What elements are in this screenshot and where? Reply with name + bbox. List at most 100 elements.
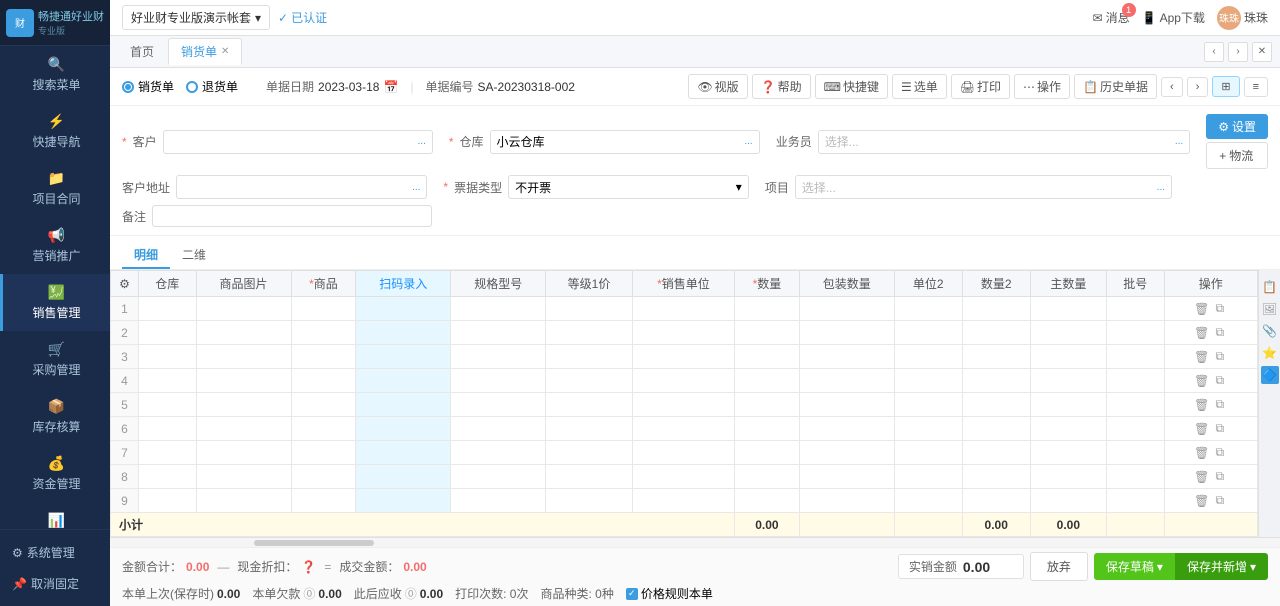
sidebar-item-库存核算[interactable]: 📦库存核算 xyxy=(0,388,110,445)
customer-input[interactable]: ... xyxy=(163,130,433,154)
row-3-pack-qty[interactable] xyxy=(799,345,894,369)
row-5-unit2[interactable] xyxy=(894,393,962,417)
company-selector[interactable]: 好业财专业版演示帐套 ▾ xyxy=(122,5,270,30)
address-input[interactable]: ... xyxy=(176,175,427,199)
calendar-icon[interactable]: 📅 xyxy=(383,80,398,94)
user-profile[interactable]: 珠珠 珠珠 xyxy=(1217,6,1268,30)
row-7-goods[interactable] xyxy=(291,441,356,465)
row-4-unit[interactable] xyxy=(632,369,734,393)
row-7-qty2[interactable] xyxy=(962,441,1030,465)
row-7-qty[interactable] xyxy=(735,441,800,465)
tab-close-all-button[interactable]: ✕ xyxy=(1252,42,1272,62)
row-3-delete-icon[interactable]: 🗑 xyxy=(1194,349,1210,365)
row-5-copy-icon[interactable]: ⧉ xyxy=(1212,397,1228,413)
row-9-warehouse[interactable] xyxy=(139,489,197,513)
row-2-qty2[interactable] xyxy=(962,321,1030,345)
row-8-delete-icon[interactable]: 🗑 xyxy=(1194,469,1210,485)
row-9-main-qty[interactable] xyxy=(1030,489,1106,513)
row-3-qty2[interactable] xyxy=(962,345,1030,369)
scroll-thumb[interactable] xyxy=(254,540,374,546)
right-panel-star-icon[interactable]: ⭐ xyxy=(1261,344,1279,362)
row-3-spec[interactable] xyxy=(451,345,546,369)
sidebar-bottom-system[interactable]: ⚙ 系统管理 xyxy=(8,538,102,567)
row-9-delete-icon[interactable]: 🗑 xyxy=(1194,493,1210,509)
row-2-main-qty[interactable] xyxy=(1030,321,1106,345)
section-tab-detail[interactable]: 明细 xyxy=(122,242,170,269)
row-6-unit[interactable] xyxy=(632,417,734,441)
row-7-scan[interactable] xyxy=(356,441,451,465)
row-8-unit[interactable] xyxy=(632,465,734,489)
row-6-spec[interactable] xyxy=(451,417,546,441)
toolbar-prev-record-btn[interactable]: ‹ xyxy=(1161,77,1183,97)
row-9-scan[interactable] xyxy=(356,489,451,513)
row-4-qty2[interactable] xyxy=(962,369,1030,393)
row-6-copy-icon[interactable]: ⧉ xyxy=(1212,421,1228,437)
row-1-copy-icon[interactable]: ⧉ xyxy=(1212,301,1228,317)
row-8-pack-qty[interactable] xyxy=(799,465,894,489)
row-7-main-qty[interactable] xyxy=(1030,441,1106,465)
remark-input[interactable] xyxy=(152,205,432,227)
row-6-unit2[interactable] xyxy=(894,417,962,441)
future-help-icon[interactable]: ⓪ xyxy=(405,585,417,602)
row-6-pack-qty[interactable] xyxy=(799,417,894,441)
row-7-unit[interactable] xyxy=(632,441,734,465)
row-3-img[interactable] xyxy=(196,345,291,369)
project-input[interactable]: 选择... ... xyxy=(795,175,1172,199)
right-panel-attach-icon[interactable]: 📎 xyxy=(1261,322,1279,340)
row-6-scan[interactable] xyxy=(356,417,451,441)
right-panel-img-icon[interactable]: 🖼 xyxy=(1261,300,1279,318)
row-4-batch[interactable] xyxy=(1106,369,1164,393)
sidebar-item-总账管理[interactable]: 📊总账管理 xyxy=(0,502,110,529)
add-logistics-button[interactable]: + 物流 xyxy=(1206,142,1268,169)
row-9-unit[interactable] xyxy=(632,489,734,513)
row-4-goods[interactable] xyxy=(291,369,356,393)
settings-button[interactable]: ⚙ 设置 xyxy=(1206,114,1268,139)
row-8-qty2[interactable] xyxy=(962,465,1030,489)
row-1-warehouse[interactable] xyxy=(139,297,197,321)
row-9-unit2[interactable] xyxy=(894,489,962,513)
row-1-img[interactable] xyxy=(196,297,291,321)
sidebar-item-营销推广[interactable]: 📢营销推广 xyxy=(0,217,110,274)
row-2-img[interactable] xyxy=(196,321,291,345)
row-4-scan[interactable] xyxy=(356,369,451,393)
toolbar-select-btn[interactable]: ☰选单 xyxy=(892,74,947,99)
row-7-spec[interactable] xyxy=(451,441,546,465)
sidebar-item-资金管理[interactable]: 💰资金管理 xyxy=(0,445,110,502)
row-9-goods[interactable] xyxy=(291,489,356,513)
row-1-grade-price[interactable] xyxy=(546,297,633,321)
row-3-warehouse[interactable] xyxy=(139,345,197,369)
row-9-copy-icon[interactable]: ⧉ xyxy=(1212,493,1228,509)
row-7-unit2[interactable] xyxy=(894,441,962,465)
row-6-batch[interactable] xyxy=(1106,417,1164,441)
sidebar-item-销售管理[interactable]: 💹销售管理 xyxy=(0,274,110,331)
row-2-delete-icon[interactable]: 🗑 xyxy=(1194,325,1210,341)
row-7-batch[interactable] xyxy=(1106,441,1164,465)
row-1-unit2[interactable] xyxy=(894,297,962,321)
app-download-button[interactable]: 📱 App下载 xyxy=(1142,9,1205,26)
row-4-main-qty[interactable] xyxy=(1030,369,1106,393)
row-6-warehouse[interactable] xyxy=(139,417,197,441)
row-2-batch[interactable] xyxy=(1106,321,1164,345)
debt-help-icon[interactable]: ⓪ xyxy=(303,585,315,602)
row-6-delete-icon[interactable]: 🗑 xyxy=(1194,421,1210,437)
toolbar-list-view-btn[interactable]: ≡ xyxy=(1244,77,1268,97)
row-6-img[interactable] xyxy=(196,417,291,441)
row-9-qty[interactable] xyxy=(735,489,800,513)
row-7-grade-price[interactable] xyxy=(546,441,633,465)
sidebar-item-快捷导航[interactable]: ⚡快捷导航 xyxy=(0,103,110,160)
row-1-main-qty[interactable] xyxy=(1030,297,1106,321)
row-8-qty[interactable] xyxy=(735,465,800,489)
row-8-spec[interactable] xyxy=(451,465,546,489)
row-3-grade-price[interactable] xyxy=(546,345,633,369)
row-8-copy-icon[interactable]: ⧉ xyxy=(1212,469,1228,485)
invoice-select[interactable]: 不开票 ▾ xyxy=(508,175,749,199)
row-6-main-qty[interactable] xyxy=(1030,417,1106,441)
sidebar-item-项目合同[interactable]: 📁项目合同 xyxy=(0,160,110,217)
row-3-copy-icon[interactable]: ⧉ xyxy=(1212,349,1228,365)
row-8-main-qty[interactable] xyxy=(1030,465,1106,489)
row-5-goods[interactable] xyxy=(291,393,356,417)
row-3-main-qty[interactable] xyxy=(1030,345,1106,369)
toolbar-help-btn[interactable]: ❓帮助 xyxy=(752,74,811,99)
tab-next-button[interactable]: › xyxy=(1228,42,1248,62)
row-5-qty2[interactable] xyxy=(962,393,1030,417)
